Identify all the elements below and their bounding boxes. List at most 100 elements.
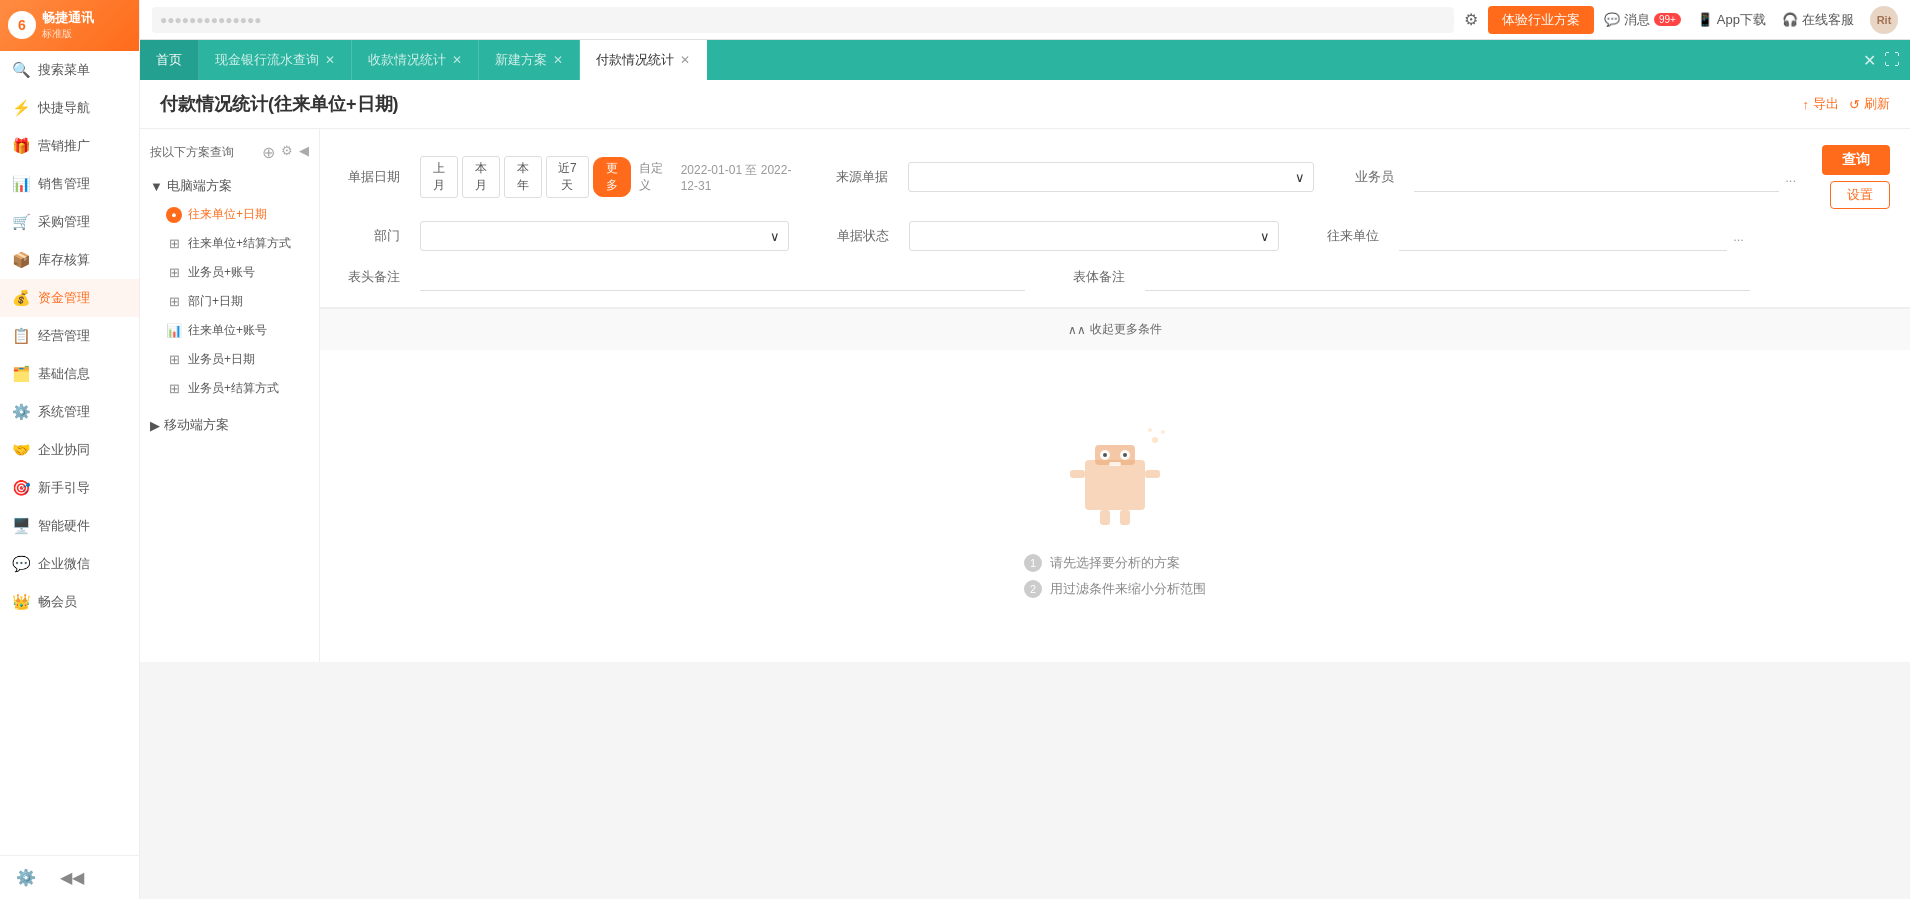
- topbar-settings-icon[interactable]: ⚙: [1464, 10, 1478, 29]
- sidebar-item-business[interactable]: 📋 经营管理: [0, 317, 139, 355]
- date-btn-this-year[interactable]: 本年: [504, 156, 542, 198]
- header-note-input[interactable]: [420, 263, 1025, 291]
- scheme-panel-header: 按以下方案查询 ⊕ ⚙ ◀: [140, 137, 319, 168]
- tab-receipt-close[interactable]: ✕: [452, 53, 462, 67]
- tabs-bar: 首页 现金银行流水查询 ✕ 收款情况统计 ✕ 新建方案 ✕ 付款情况统计 ✕ ✕…: [140, 40, 1910, 80]
- date-btns: 上月 本月 本年 近7天 更多 自定义: [420, 156, 673, 198]
- dept-chevron-icon: ∨: [770, 229, 780, 244]
- sales-icon: 📊: [12, 175, 30, 193]
- date-btn-this-month[interactable]: 本月: [462, 156, 500, 198]
- trial-btn[interactable]: 体验行业方案: [1488, 6, 1594, 34]
- header-note-label: 表头备注: [340, 268, 400, 286]
- sidebar-item-system[interactable]: ⚙️ 系统管理: [0, 393, 139, 431]
- partner-dots[interactable]: ...: [1727, 226, 1750, 247]
- scheme-item-table-icon3: ⊞: [166, 294, 182, 310]
- sidebar-header: 6 畅捷通讯 标准版: [0, 0, 139, 51]
- empty-svg: [1055, 410, 1175, 530]
- date-btn-7days[interactable]: 近7天: [546, 156, 589, 198]
- tab-new-close[interactable]: ✕: [553, 53, 563, 67]
- user-avatar[interactable]: Rit: [1870, 6, 1898, 34]
- business-icon: 📋: [12, 327, 30, 345]
- tab-payment[interactable]: 付款情况统计 ✕: [580, 40, 707, 80]
- sidebar-item-search[interactable]: 🔍 搜索菜单: [0, 51, 139, 89]
- scheme-item-table-icon5: ⊞: [166, 381, 182, 397]
- body-note-input[interactable]: [1145, 263, 1750, 291]
- corp-icon: 🤝: [12, 441, 30, 459]
- scheme-item-partner-pay[interactable]: ⊞ 往来单位+结算方式: [140, 229, 319, 258]
- collapse-btn[interactable]: ∧∧ 收起更多条件: [320, 315, 1910, 344]
- tab-bank[interactable]: 现金银行流水查询 ✕: [199, 40, 352, 80]
- body-note-field: [1145, 263, 1750, 291]
- message-icon: 💬: [1604, 12, 1620, 27]
- sidebar-item-marketing[interactable]: 🎁 营销推广: [0, 127, 139, 165]
- scheme-pc-title[interactable]: ▼ 电脑端方案: [140, 172, 319, 200]
- sidebar-item-wechat[interactable]: 💬 企业微信: [0, 545, 139, 583]
- date-btn-last-month[interactable]: 上月: [420, 156, 458, 198]
- settings-btn[interactable]: 设置: [1830, 181, 1890, 209]
- scheme-item-partner-account[interactable]: 📊 往来单位+账号: [140, 316, 319, 345]
- tab-close-all-btn[interactable]: ✕: [1863, 51, 1876, 70]
- body-note-label: 表体备注: [1065, 268, 1125, 286]
- member-icon: 👑: [12, 593, 30, 611]
- online-service-btn[interactable]: 🎧 在线客服: [1782, 11, 1854, 29]
- sidebar-settings-btn[interactable]: ⚙️: [8, 864, 44, 891]
- tab-bank-close[interactable]: ✕: [325, 53, 335, 67]
- scheme-item-staff-pay[interactable]: ⊞ 业务员+结算方式: [140, 374, 319, 403]
- scheme-item-active-icon: ●: [166, 207, 182, 223]
- scheme-settings-icon[interactable]: ⚙: [281, 143, 293, 162]
- sidebar-item-member[interactable]: 👑 畅会员: [0, 583, 139, 621]
- sidebar-item-inventory[interactable]: 📦 库存核算: [0, 241, 139, 279]
- date-custom-label: 自定义: [639, 160, 669, 194]
- scheme-item-partner-date[interactable]: ● 往来单位+日期: [140, 200, 319, 229]
- empty-area: 1 请先选择要分析的方案 2 用过滤条件来缩小分析范围: [320, 350, 1910, 662]
- sidebar-item-guide[interactable]: 🎯 新手引导: [0, 469, 139, 507]
- doc-status-select[interactable]: ∨: [909, 221, 1278, 251]
- wechat-icon: 💬: [12, 555, 30, 573]
- basic-icon: 🗂️: [12, 365, 30, 383]
- svg-rect-10: [1120, 510, 1130, 525]
- date-btn-more[interactable]: 更多: [593, 157, 631, 197]
- query-btn[interactable]: 查询: [1822, 145, 1890, 175]
- chevron-right-icon: ▶: [150, 418, 160, 433]
- scheme-add-icon[interactable]: ⊕: [262, 143, 275, 162]
- svg-rect-8: [1145, 470, 1160, 478]
- tab-home[interactable]: 首页: [140, 40, 199, 80]
- messages-btn[interactable]: 💬 消息 99+: [1604, 11, 1681, 29]
- empty-tip-1: 1 请先选择要分析的方案: [1024, 550, 1206, 576]
- sidebar-item-purchase[interactable]: 🛒 采购管理: [0, 203, 139, 241]
- tab-new[interactable]: 新建方案 ✕: [479, 40, 580, 80]
- scheme-item-dept-date[interactable]: ⊞ 部门+日期: [140, 287, 319, 316]
- filter-row-1: 单据日期 上月 本月 本年 近7天 更多 自定义 20: [340, 145, 1890, 209]
- scheme-mobile-title[interactable]: ▶ 移动端方案: [140, 411, 319, 439]
- tab-receipt[interactable]: 收款情况统计 ✕: [352, 40, 479, 80]
- date-label: 单据日期: [340, 168, 400, 186]
- scheme-item-staff-account[interactable]: ⊞ 业务员+账号: [140, 258, 319, 287]
- svg-point-5: [1123, 453, 1127, 457]
- source-select[interactable]: ∨: [908, 162, 1314, 192]
- collapse-icon: ∧∧: [1068, 323, 1086, 337]
- sidebar-item-corp[interactable]: 🤝 企业协同: [0, 431, 139, 469]
- tab-payment-close[interactable]: ✕: [680, 53, 690, 67]
- svg-point-13: [1148, 428, 1152, 432]
- tab-fullscreen-btn[interactable]: ⛶: [1884, 51, 1900, 69]
- date-range: 2022-01-01 至 2022-12-31: [681, 162, 808, 193]
- sidebar-item-sales[interactable]: 📊 销售管理: [0, 165, 139, 203]
- sidebar-item-basic[interactable]: 🗂️ 基础信息: [0, 355, 139, 393]
- scheme-panel-icons: ⊕ ⚙ ◀: [262, 143, 309, 162]
- staff-dots[interactable]: ...: [1779, 167, 1802, 188]
- dept-label: 部门: [340, 227, 400, 245]
- scheme-collapse-icon[interactable]: ◀: [299, 143, 309, 162]
- svg-rect-7: [1070, 470, 1085, 478]
- scheme-item-staff-date[interactable]: ⊞ 业务员+日期: [140, 345, 319, 374]
- sidebar-collapse-btn[interactable]: ◀◀: [52, 864, 92, 891]
- partner-input[interactable]: [1399, 221, 1727, 251]
- staff-input[interactable]: [1414, 162, 1779, 192]
- export-btn[interactable]: ↑ 导出: [1803, 95, 1840, 113]
- sidebar-item-hardware[interactable]: 🖥️ 智能硬件: [0, 507, 139, 545]
- sidebar-item-quick[interactable]: ⚡ 快捷导航: [0, 89, 139, 127]
- refresh-btn[interactable]: ↺ 刷新: [1849, 95, 1890, 113]
- sidebar-nav: 🔍 搜索菜单 ⚡ 快捷导航 🎁 营销推广 📊 销售管理 🛒 采购管理: [0, 51, 139, 855]
- app-download-btn[interactable]: 📱 App下载: [1697, 11, 1766, 29]
- sidebar-item-finance[interactable]: 💰 资金管理: [0, 279, 139, 317]
- dept-select[interactable]: ∨: [420, 221, 789, 251]
